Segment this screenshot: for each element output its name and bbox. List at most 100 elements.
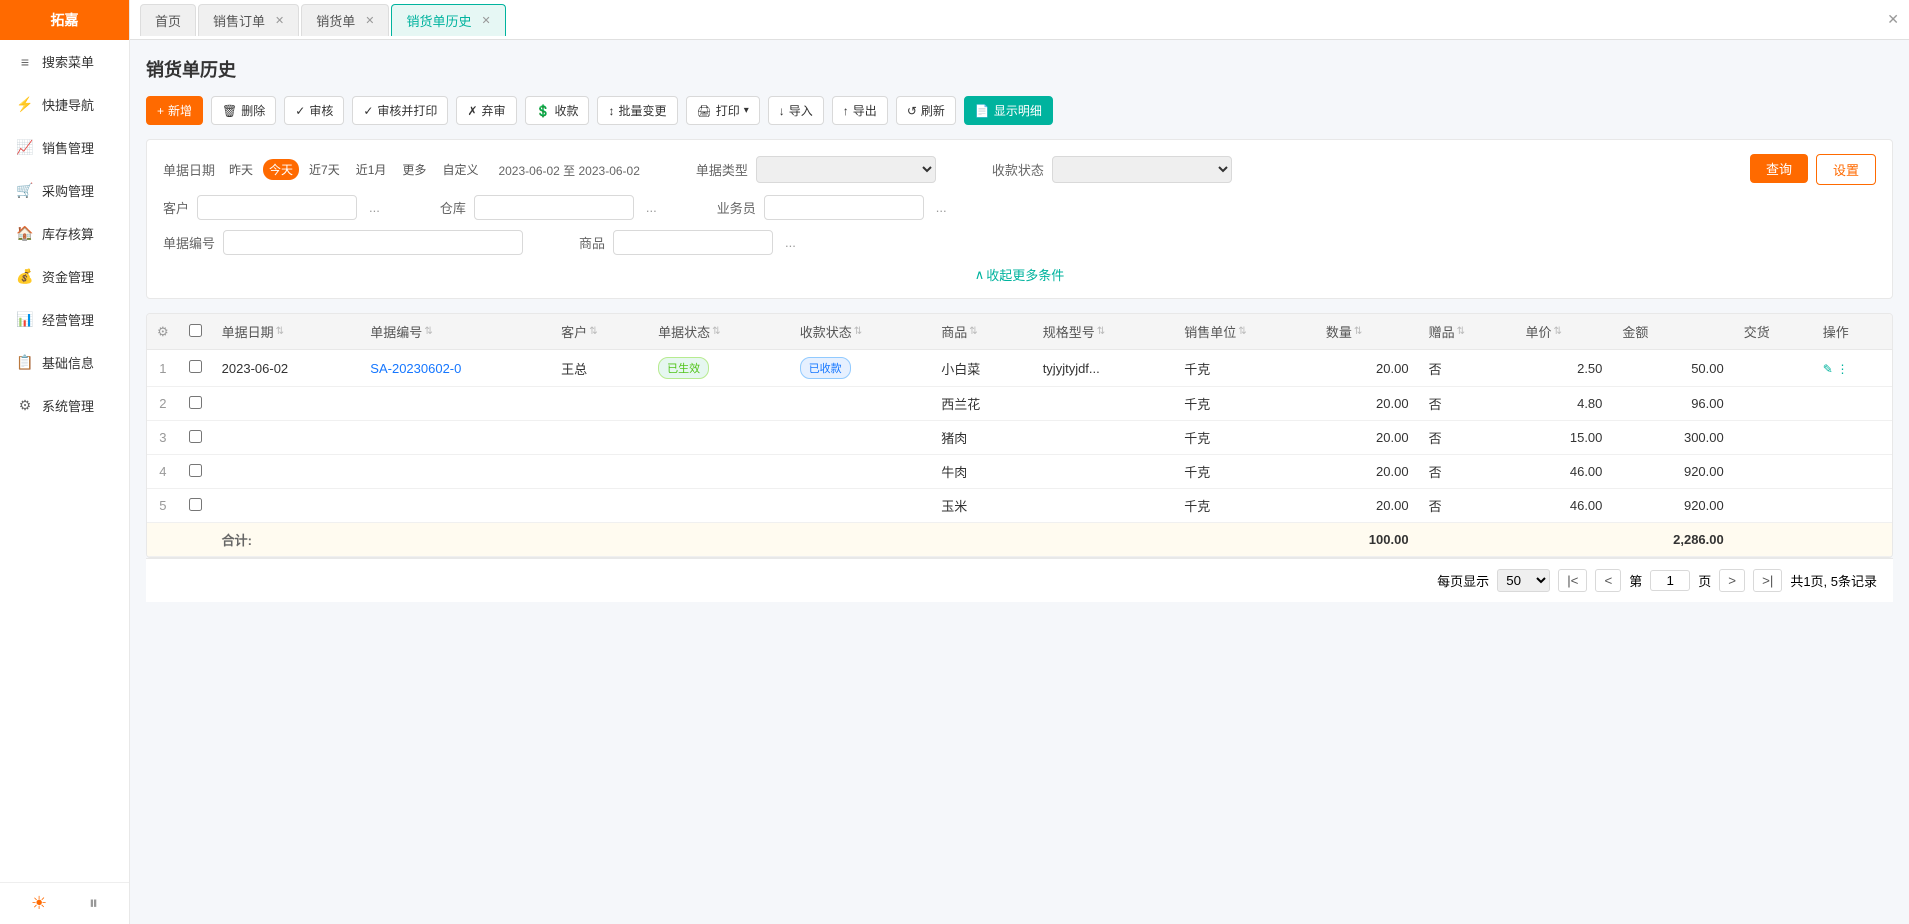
cell-goods: 西兰花 [931,387,1032,421]
warehouse-input[interactable] [474,195,634,220]
date-label: 单据日期 [163,160,215,179]
sort-doc-status[interactable]: 单据状态⇅ [658,322,780,341]
sort-collect-status[interactable]: 收款状态⇅ [800,322,922,341]
set-button[interactable]: 设置 [1816,154,1876,185]
import-button[interactable]: ↓ 导入 [768,96,824,125]
row-checkbox[interactable] [189,498,202,511]
cell-check[interactable] [179,455,212,489]
row-checkbox[interactable] [189,430,202,443]
collect-status-select[interactable] [1052,156,1232,183]
table-settings-icon[interactable]: ⚙ [157,324,169,339]
delete-button[interactable]: 🗑 删除 [211,96,276,125]
sidebar-bottom-icon1[interactable]: ☀ [31,893,47,914]
date-btn-7days[interactable]: 近7天 [303,159,346,180]
total-action [1813,523,1892,557]
doc-no-input[interactable] [223,230,523,255]
sidebar-item-label: 销售管理 [42,138,94,157]
filter-customer: 客户 ... [163,195,384,220]
abandon-button[interactable]: ✗ 弃审 [456,96,516,125]
row-checkbox[interactable] [189,360,202,373]
page-label: 第 [1629,571,1642,590]
cell-check[interactable] [179,421,212,455]
row-edit-icon[interactable]: ✎ [1823,362,1833,376]
cell-check[interactable] [179,350,212,387]
sidebar-item-base-info[interactable]: 📋 基础信息 [0,341,129,384]
sort-customer[interactable]: 客户⇅ [561,322,638,341]
goods-ellipsis[interactable]: ... [781,235,800,250]
tab-home[interactable]: 首页 [140,4,196,36]
sidebar-item-label: 采购管理 [42,181,94,200]
date-btn-today[interactable]: 今天 [263,159,299,180]
date-btn-1month[interactable]: 近1月 [350,159,393,180]
cell-check[interactable] [179,387,212,421]
th-settings[interactable]: ⚙ [147,314,179,350]
batch-change-button[interactable]: ↕ 批量变更 [597,96,677,125]
sidebar-bottom: ☀ ⏸ [0,882,129,924]
sort-goods[interactable]: 商品⇅ [941,322,1022,341]
sidebar-item-search-menu[interactable]: ≡ 搜索菜单 [0,40,129,83]
first-page-button[interactable]: |< [1558,569,1587,592]
cell-amount: 300.00 [1612,421,1733,455]
warehouse-ellipsis[interactable]: ... [642,200,661,215]
date-btn-more[interactable]: 更多 [396,159,432,180]
tab-sales-order[interactable]: 销售订单 ✕ [198,4,299,36]
row-checkbox[interactable] [189,396,202,409]
tab-sales-delivery[interactable]: 销货单 ✕ [301,4,389,36]
close-tab-sales-history[interactable]: ✕ [482,14,491,27]
audit-button[interactable]: ✓ 审核 [284,96,344,125]
show-detail-button[interactable]: 📄 显示明细 [964,96,1053,125]
cell-date [212,387,361,421]
collapse-button[interactable]: ∧ 收起更多条件 [975,265,1065,284]
refresh-button[interactable]: ↺ 刷新 [896,96,956,125]
last-page-button[interactable]: >| [1753,569,1782,592]
goods-input[interactable] [613,230,773,255]
new-button[interactable]: + 新增 [146,96,203,125]
quick-nav-icon: ⚡ [16,96,34,114]
page-number-input[interactable] [1650,570,1690,591]
sidebar-item-quick-nav[interactable]: ⚡ 快捷导航 [0,83,129,126]
sidebar-item-sys-mgmt[interactable]: ⚙ 系统管理 [0,384,129,427]
print-button[interactable]: 🖨 打印 ▾ [686,96,760,125]
doc-no-link[interactable]: SA-20230602-0 [370,361,461,376]
row-more-icon[interactable]: ⋮ [1836,362,1848,376]
tabs-close-all-icon[interactable]: ✕ [1887,11,1899,28]
sidebar-item-ops-mgmt[interactable]: 📊 经营管理 [0,298,129,341]
sort-doc-no[interactable]: 单据编号⇅ [370,322,541,341]
sidebar-bottom-icon2[interactable]: ⏸ [89,893,98,914]
sidebar-item-purchase-mgmt[interactable]: 🛒 采购管理 [0,169,129,212]
audit-print-button[interactable]: ✓ 审核并打印 [352,96,448,125]
sort-qty[interactable]: 数量⇅ [1326,322,1409,341]
sort-date[interactable]: 单据日期⇅ [222,322,351,341]
tab-sales-history[interactable]: 销货单历史 ✕ [391,4,505,36]
cell-check[interactable] [179,489,212,523]
sidebar-item-sales-mgmt[interactable]: 📈 销售管理 [0,126,129,169]
cell-spec [1033,421,1175,455]
export-button[interactable]: ↑ 导出 [832,96,888,125]
date-btn-yesterday[interactable]: 昨天 [223,159,259,180]
next-page-button[interactable]: > [1719,569,1745,592]
query-button[interactable]: 查询 [1750,154,1808,183]
close-tab-sales-delivery[interactable]: ✕ [365,14,374,27]
sort-unit[interactable]: 销售单位⇅ [1184,322,1306,341]
sidebar-item-inventory[interactable]: 🏠 库存核算 [0,212,129,255]
salesperson-ellipsis[interactable]: ... [932,200,951,215]
salesperson-input[interactable] [764,195,924,220]
doc-type-select[interactable] [756,156,936,183]
row-checkbox[interactable] [189,464,202,477]
collect-button[interactable]: 💲 收款 [525,96,590,125]
customer-input[interactable] [197,195,357,220]
sales-icon: 📈 [16,139,34,157]
sort-icon-qty: ⇅ [1354,326,1362,337]
sort-gift[interactable]: 赠品⇅ [1429,322,1506,341]
per-page-select[interactable]: 50 100 [1497,569,1550,592]
prev-page-button[interactable]: < [1595,569,1621,592]
page-title: 销货单历史 [146,56,1893,82]
sort-price[interactable]: 单价⇅ [1525,322,1602,341]
select-all-checkbox[interactable] [189,324,202,337]
customer-ellipsis[interactable]: ... [365,200,384,215]
date-btn-custom[interactable]: 自定义 [436,159,484,180]
sidebar-item-finance[interactable]: 💰 资金管理 [0,255,129,298]
sort-spec[interactable]: 规格型号⇅ [1043,322,1165,341]
close-tab-sales-order[interactable]: ✕ [275,14,284,27]
cell-price: 4.80 [1515,387,1612,421]
